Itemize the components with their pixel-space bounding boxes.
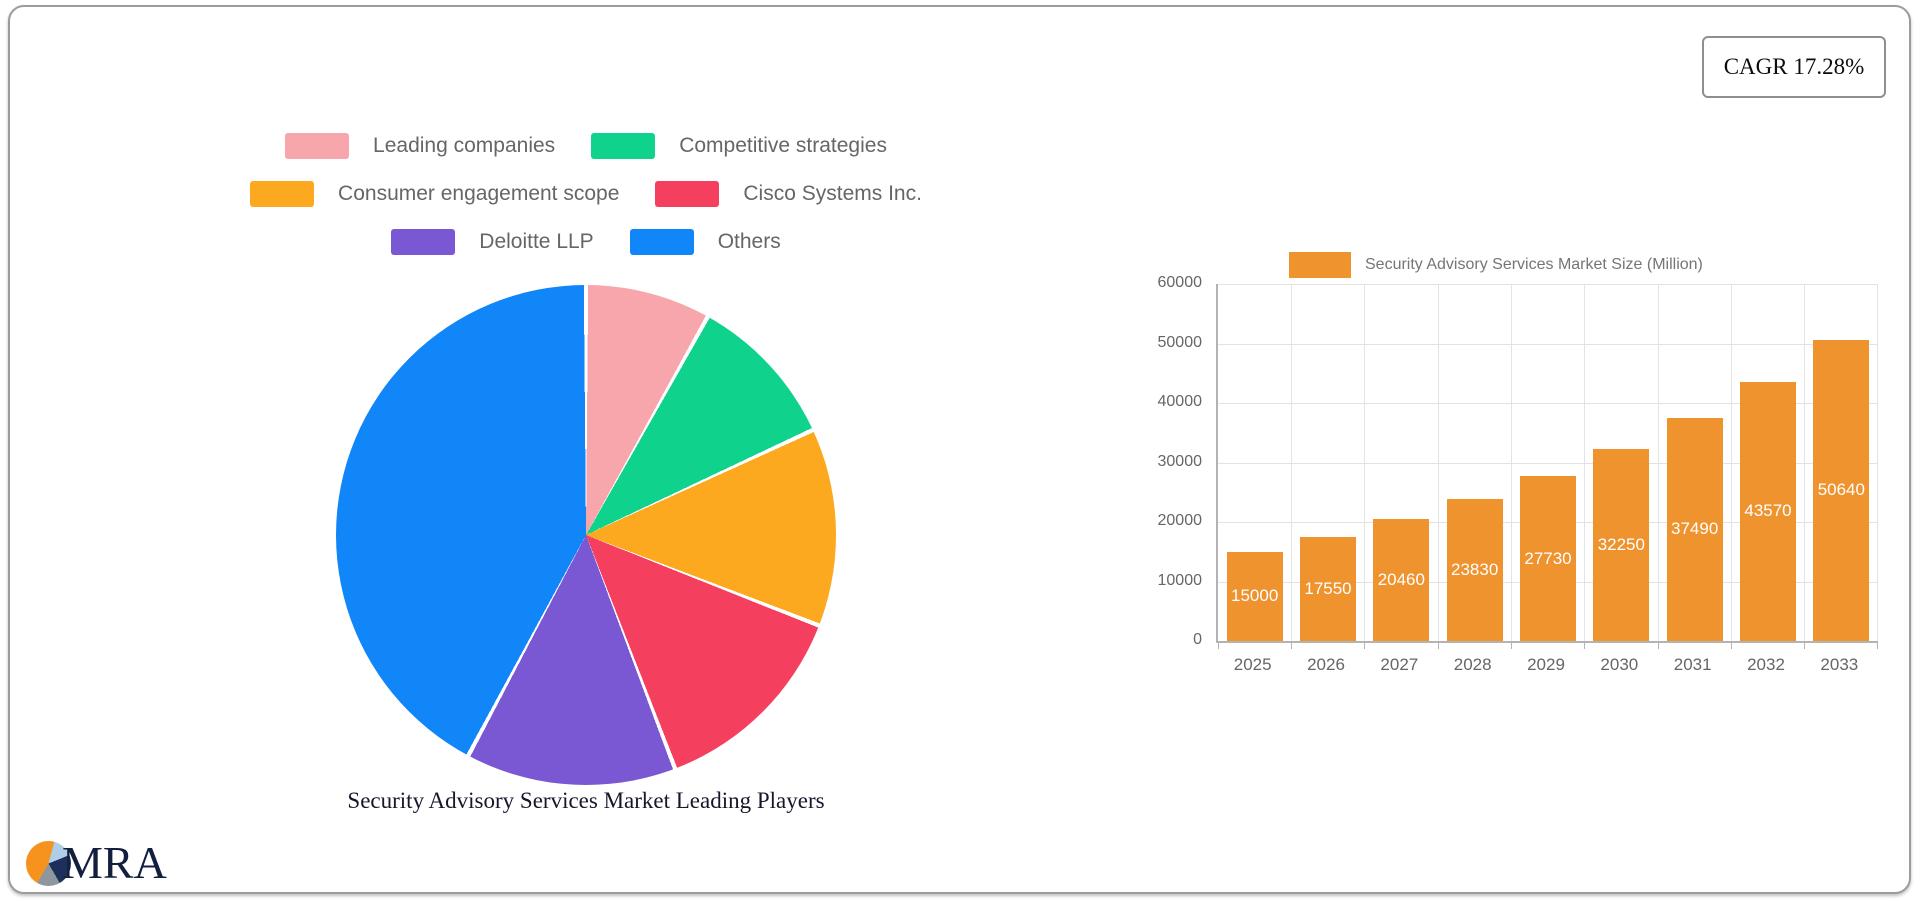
pie-legend-row: Leading companies Competitive strategies bbox=[136, 133, 1036, 159]
legend-label: Deloitte LLP bbox=[479, 230, 594, 253]
legend-item-cisco-systems[interactable]: Cisco Systems Inc. bbox=[655, 181, 922, 207]
axis-tick bbox=[1290, 642, 1292, 649]
gridline bbox=[1584, 284, 1586, 641]
legend-swatch bbox=[629, 229, 694, 255]
legend-label: Competitive strategies bbox=[679, 134, 887, 157]
bar-2027[interactable]: 20460 bbox=[1373, 519, 1430, 641]
bar-2030[interactable]: 32250 bbox=[1593, 449, 1650, 641]
bar-2028[interactable]: 23830 bbox=[1446, 499, 1503, 641]
gridline bbox=[1804, 284, 1806, 641]
gridline bbox=[1730, 284, 1732, 641]
bar-value-label: 43570 bbox=[1744, 501, 1792, 521]
bar-2032[interactable]: 43570 bbox=[1740, 381, 1796, 641]
bar-value-label: 17550 bbox=[1304, 578, 1352, 598]
x-axis-label: 2025 bbox=[1233, 655, 1272, 674]
x-axis-label: 2026 bbox=[1307, 655, 1345, 674]
bar-2029[interactable]: 27730 bbox=[1520, 476, 1576, 641]
x-axis-label: 2028 bbox=[1453, 655, 1492, 674]
legend-label: Leading companies bbox=[373, 134, 556, 157]
bar-value-label: 20460 bbox=[1377, 570, 1425, 590]
legend-label: Consumer engagement scope bbox=[338, 182, 620, 205]
bar-value-label: 23830 bbox=[1451, 560, 1499, 580]
y-axis-label: 0 bbox=[1193, 631, 1202, 648]
bar-legend-label: Security Advisory Services Market Size (… bbox=[1365, 256, 1703, 273]
gridline bbox=[1877, 284, 1878, 641]
report-page: CAGR 17.28% Leading companies Competitiv… bbox=[0, 0, 1920, 901]
legend-swatch bbox=[250, 181, 315, 207]
y-axis-label: 30000 bbox=[1157, 452, 1203, 470]
bar-2026[interactable]: 17550 bbox=[1300, 536, 1356, 641]
legend-item-consumer-engagement-scope[interactable]: Consumer engagement scope bbox=[250, 181, 619, 207]
x-axis-label: 2032 bbox=[1747, 655, 1785, 674]
axis-tick bbox=[1437, 642, 1439, 649]
bar-value-label: 32250 bbox=[1597, 535, 1645, 555]
x-axis-label: 2033 bbox=[1820, 655, 1859, 674]
y-axis-label: 40000 bbox=[1157, 393, 1203, 410]
legend-swatch bbox=[391, 229, 456, 255]
bar-2033[interactable]: 50640 bbox=[1813, 339, 1870, 641]
gridline bbox=[1218, 284, 1878, 285]
y-axis-labels: 0 10000 20000 30000 40000 50000 60000 bbox=[1080, 274, 1203, 648]
gridline bbox=[1218, 343, 1878, 345]
legend-item-competitive-strategies[interactable]: Competitive strategies bbox=[591, 133, 887, 159]
bar-value-label: 27730 bbox=[1524, 548, 1572, 568]
y-axis-label: 50000 bbox=[1157, 333, 1203, 351]
gridline bbox=[1290, 284, 1292, 641]
legend-item-deloitte-llp[interactable]: Deloitte LLP bbox=[391, 229, 594, 255]
bar-legend-swatch bbox=[1289, 252, 1351, 278]
x-axis-label: 2027 bbox=[1380, 655, 1419, 674]
bar-plot-area: 15000 17550 20460 23830 27730 32250 37490 43570… bbox=[1216, 284, 1878, 649]
axis-tick bbox=[1510, 642, 1512, 649]
bar-2025[interactable]: 15000 bbox=[1226, 551, 1283, 641]
x-axis-label: 2029 bbox=[1527, 655, 1565, 674]
legend-swatch bbox=[285, 133, 350, 159]
pie-legend-row: Consumer engagement scope Cisco Systems … bbox=[136, 181, 1036, 207]
cagr-label: CAGR 17.28% bbox=[1723, 54, 1865, 79]
legend-item-leading-companies[interactable]: Leading companies bbox=[285, 133, 555, 159]
axis-tick bbox=[1217, 642, 1219, 649]
gridline bbox=[1437, 284, 1439, 641]
gridline bbox=[1657, 284, 1659, 641]
bar-value-label: 15000 bbox=[1231, 586, 1279, 606]
bar-value-label: 50640 bbox=[1817, 480, 1865, 500]
x-axis-labels: 2025 2026 2027 2028 2029 2030 2031 2032 2033 bbox=[1216, 655, 1876, 679]
axis-tick bbox=[1877, 642, 1878, 649]
y-axis-label: 60000 bbox=[1157, 274, 1203, 291]
y-axis-label: 20000 bbox=[1157, 512, 1203, 529]
legend-label: Cisco Systems Inc. bbox=[743, 182, 922, 205]
mra-logo: MRA bbox=[26, 840, 167, 886]
axis-tick bbox=[1584, 642, 1586, 649]
cagr-badge: CAGR 17.28% bbox=[1702, 36, 1886, 98]
logo-text: MRA bbox=[62, 837, 167, 888]
x-axis-label: 2031 bbox=[1673, 655, 1712, 674]
legend-label: Others bbox=[717, 230, 781, 253]
axis-tick bbox=[1657, 642, 1659, 649]
gridline bbox=[1510, 284, 1512, 641]
legend-swatch bbox=[591, 133, 656, 159]
bar-2031[interactable]: 37490 bbox=[1666, 417, 1723, 641]
pie-legend: Leading companies Competitive strategies… bbox=[136, 133, 1036, 255]
x-axis-label: 2030 bbox=[1600, 655, 1639, 674]
y-axis-label: 10000 bbox=[1157, 571, 1203, 589]
pie-graphic[interactable] bbox=[336, 285, 836, 785]
gridline bbox=[1364, 284, 1366, 641]
legend-item-others[interactable]: Others bbox=[629, 229, 781, 255]
axis-tick bbox=[1730, 642, 1732, 649]
pie-legend-row: Deloitte LLP Others bbox=[136, 229, 1036, 255]
bar-legend-item[interactable]: Security Advisory Services Market Size (… bbox=[1289, 252, 1703, 278]
axis-tick bbox=[1364, 642, 1366, 649]
bar-value-label: 37490 bbox=[1671, 519, 1719, 539]
pie-chart-title: Security Advisory Services Market Leadin… bbox=[347, 788, 825, 813]
axis-tick bbox=[1804, 642, 1806, 649]
legend-swatch bbox=[655, 181, 720, 207]
